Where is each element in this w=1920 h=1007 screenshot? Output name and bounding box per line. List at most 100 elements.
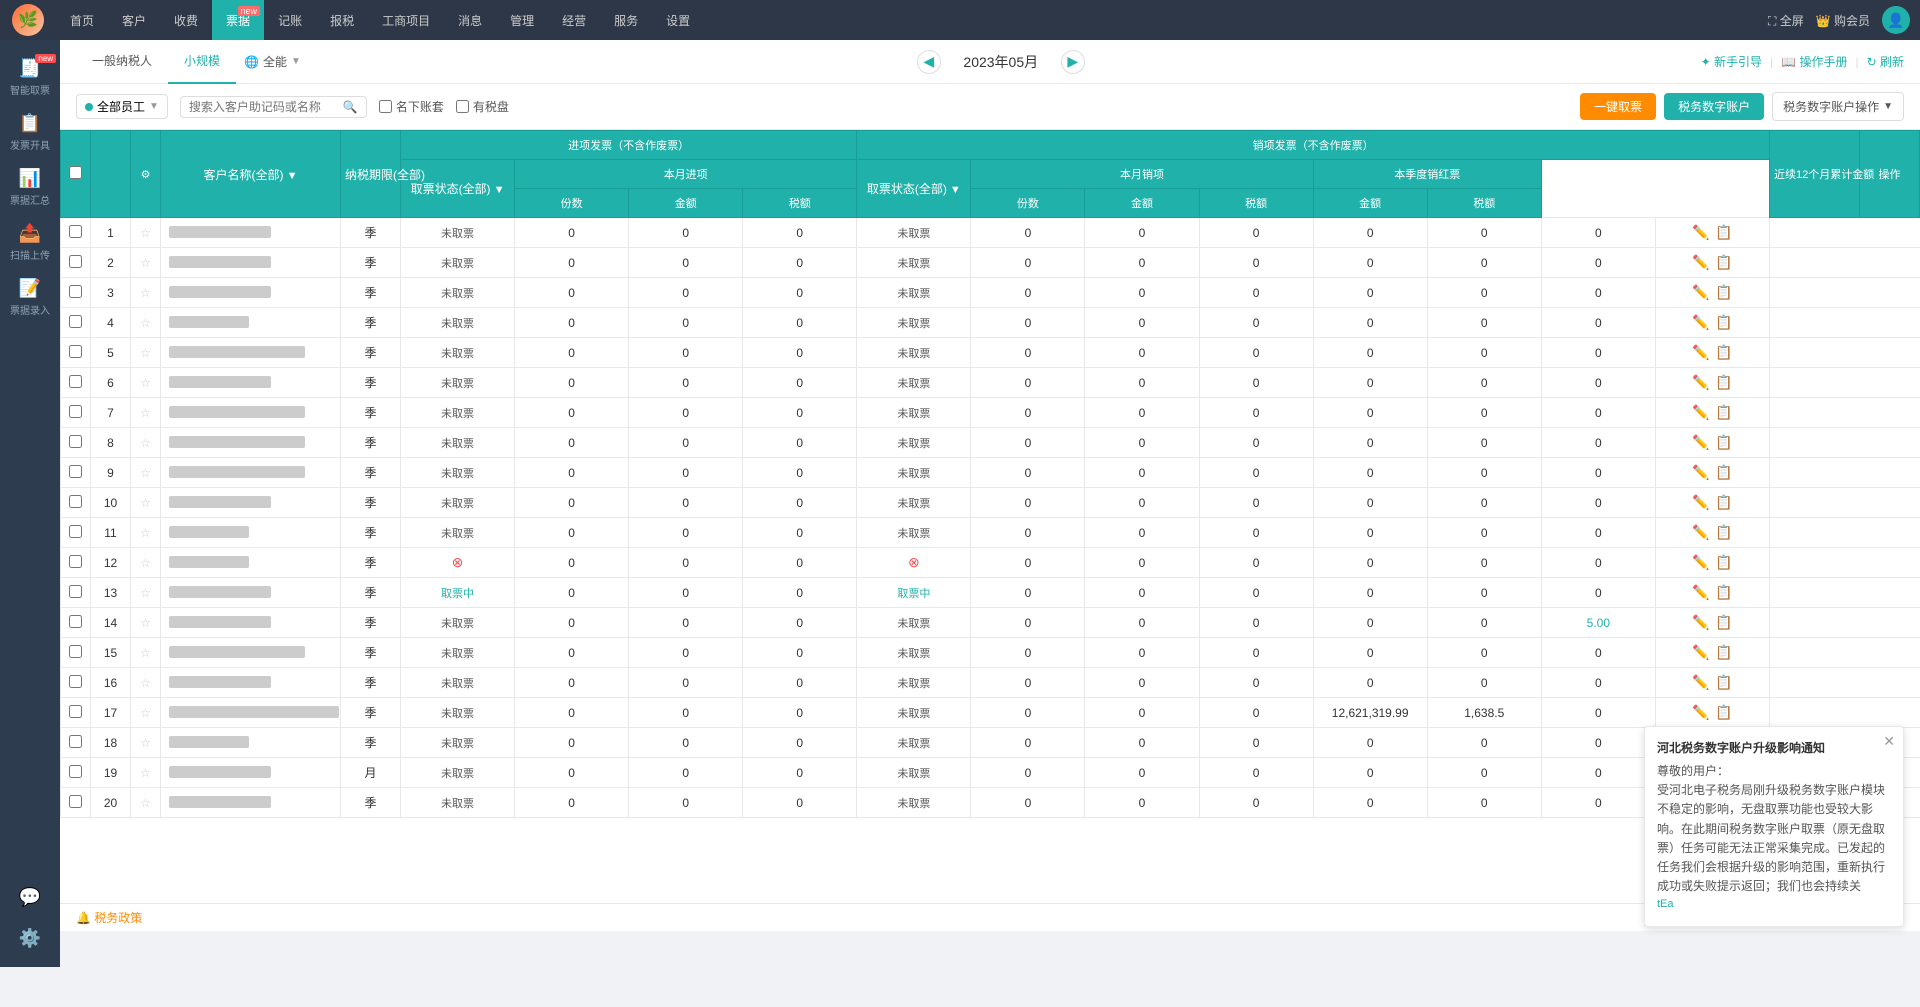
- edit-icon-8[interactable]: ✏️: [1692, 464, 1709, 481]
- tax-digital-op-btn[interactable]: 税务数字账户操作 ▼: [1772, 92, 1904, 121]
- row-check[interactable]: [61, 368, 91, 398]
- row-checkbox-8[interactable]: [69, 465, 82, 478]
- copy-icon-4[interactable]: 📋: [1715, 344, 1732, 361]
- row-star[interactable]: ☆: [131, 488, 161, 518]
- row-name[interactable]: ████████: [161, 308, 341, 338]
- row-status-out[interactable]: 未取票: [857, 308, 971, 338]
- check-all[interactable]: [69, 166, 82, 179]
- row-status-in[interactable]: 未取票: [401, 278, 515, 308]
- row-checkbox-0[interactable]: [69, 225, 82, 238]
- copy-icon-14[interactable]: 📋: [1715, 644, 1732, 661]
- row-check[interactable]: [61, 788, 91, 818]
- row-name[interactable]: ████████████: [161, 788, 341, 818]
- one-click-ticket-btn[interactable]: 一键取票: [1580, 93, 1656, 120]
- row-status-out[interactable]: 未取票: [857, 218, 971, 248]
- row-status-in[interactable]: 未取票: [401, 368, 515, 398]
- row-star[interactable]: ☆: [131, 788, 161, 818]
- checkbox-taxdisk[interactable]: 有税盘: [456, 98, 509, 115]
- copy-icon-0[interactable]: 📋: [1715, 224, 1732, 241]
- refresh-btn[interactable]: ↻ 刷新: [1867, 53, 1904, 70]
- row-status-in[interactable]: 未取票: [401, 488, 515, 518]
- month-next-btn[interactable]: ▶: [1061, 50, 1085, 74]
- row-status-in[interactable]: 未取票: [401, 788, 515, 818]
- row-status-in[interactable]: 未取票: [401, 668, 515, 698]
- row-status-out[interactable]: 未取票: [857, 458, 971, 488]
- sidebar-item-invoice-summary[interactable]: 📊 票据汇总: [0, 160, 60, 215]
- row-status-out[interactable]: 未取票: [857, 338, 971, 368]
- nav-home[interactable]: 首页: [56, 0, 108, 40]
- sidebar-item-chat[interactable]: 💬: [0, 879, 60, 916]
- edit-icon-9[interactable]: ✏️: [1692, 494, 1709, 511]
- nav-tax[interactable]: 报税: [316, 0, 368, 40]
- row-checkbox-12[interactable]: [69, 585, 82, 598]
- tax-policy-link[interactable]: 🔔 税务政策: [76, 909, 142, 926]
- edit-icon-2[interactable]: ✏️: [1692, 284, 1709, 301]
- sidebar-item-invoice-open[interactable]: 📋 发票开具: [0, 105, 60, 160]
- row-checkbox-9[interactable]: [69, 495, 82, 508]
- copy-icon-13[interactable]: 📋: [1715, 614, 1732, 631]
- row-status-out[interactable]: ⊗: [857, 548, 971, 578]
- row-checkbox-11[interactable]: [69, 555, 82, 568]
- nav-settings[interactable]: 设置: [652, 0, 704, 40]
- row-status-in[interactable]: 未取票: [401, 248, 515, 278]
- row-check[interactable]: [61, 638, 91, 668]
- row-check[interactable]: [61, 668, 91, 698]
- row-status-out[interactable]: 未取票: [857, 278, 971, 308]
- row-checkbox-15[interactable]: [69, 675, 82, 688]
- row-check[interactable]: [61, 728, 91, 758]
- row-check[interactable]: [61, 458, 91, 488]
- th-quota[interactable]: 纳税期限(全部): [341, 131, 401, 218]
- edit-icon-10[interactable]: ✏️: [1692, 524, 1709, 541]
- row-name[interactable]: ████████████: [161, 218, 341, 248]
- row-checkbox-5[interactable]: [69, 375, 82, 388]
- copy-icon-5[interactable]: 📋: [1715, 374, 1732, 391]
- edit-icon-7[interactable]: ✏️: [1692, 434, 1709, 451]
- row-status-in[interactable]: 未取票: [401, 398, 515, 428]
- notification-highlight[interactable]: tEa: [1657, 896, 1891, 914]
- row-name[interactable]: ████████████████: [161, 398, 341, 428]
- sidebar-item-scan-upload[interactable]: 📤 扫描上传: [0, 215, 60, 270]
- row-status-in[interactable]: 未取票: [401, 608, 515, 638]
- row-check[interactable]: [61, 698, 91, 728]
- sidebar-item-gear[interactable]: ⚙️: [0, 920, 60, 957]
- copy-icon-12[interactable]: 📋: [1715, 584, 1732, 601]
- row-status-out[interactable]: 未取票: [857, 248, 971, 278]
- row-check[interactable]: [61, 338, 91, 368]
- row-name[interactable]: ████████████████████: [161, 698, 341, 728]
- employee-filter[interactable]: 全部员工 ▼: [76, 94, 168, 119]
- edit-icon-1[interactable]: ✏️: [1692, 254, 1709, 271]
- row-checkbox-17[interactable]: [69, 735, 82, 748]
- fullscreen-btn[interactable]: ⛶ 全屏: [1768, 12, 1804, 29]
- tax-digital-btn[interactable]: 税务数字账户: [1664, 93, 1764, 120]
- row-star[interactable]: ☆: [131, 578, 161, 608]
- copy-icon-15[interactable]: 📋: [1715, 674, 1732, 691]
- row-status-out[interactable]: 未取票: [857, 518, 971, 548]
- row-check[interactable]: [61, 608, 91, 638]
- tab-small-scale[interactable]: 小规模: [168, 40, 236, 84]
- edit-icon-3[interactable]: ✏️: [1692, 314, 1709, 331]
- row-star[interactable]: ☆: [131, 278, 161, 308]
- row-check[interactable]: [61, 488, 91, 518]
- copy-icon-3[interactable]: 📋: [1715, 314, 1732, 331]
- th-name[interactable]: 客户名称(全部) ▼: [161, 131, 341, 218]
- copy-icon-10[interactable]: 📋: [1715, 524, 1732, 541]
- edit-icon-12[interactable]: ✏️: [1692, 584, 1709, 601]
- row-name[interactable]: ████████████: [161, 368, 341, 398]
- th-check[interactable]: [61, 131, 91, 218]
- user-avatar[interactable]: 👤: [1882, 6, 1910, 34]
- copy-icon-7[interactable]: 📋: [1715, 434, 1732, 451]
- row-checkbox-18[interactable]: [69, 765, 82, 778]
- copy-icon-11[interactable]: 📋: [1715, 554, 1732, 571]
- edit-icon-13[interactable]: ✏️: [1692, 614, 1709, 631]
- row-star[interactable]: ☆: [131, 668, 161, 698]
- row-status-in[interactable]: 未取票: [401, 758, 515, 788]
- row-star[interactable]: ☆: [131, 548, 161, 578]
- row-check[interactable]: [61, 308, 91, 338]
- copy-icon-2[interactable]: 📋: [1715, 284, 1732, 301]
- row-star[interactable]: ☆: [131, 518, 161, 548]
- row-status-in[interactable]: 未取票: [401, 428, 515, 458]
- nav-service[interactable]: 服务: [600, 0, 652, 40]
- row-name[interactable]: ████████████: [161, 488, 341, 518]
- search-icon[interactable]: 🔍: [343, 100, 358, 114]
- checkbox-subaccount[interactable]: 名下账套: [379, 98, 444, 115]
